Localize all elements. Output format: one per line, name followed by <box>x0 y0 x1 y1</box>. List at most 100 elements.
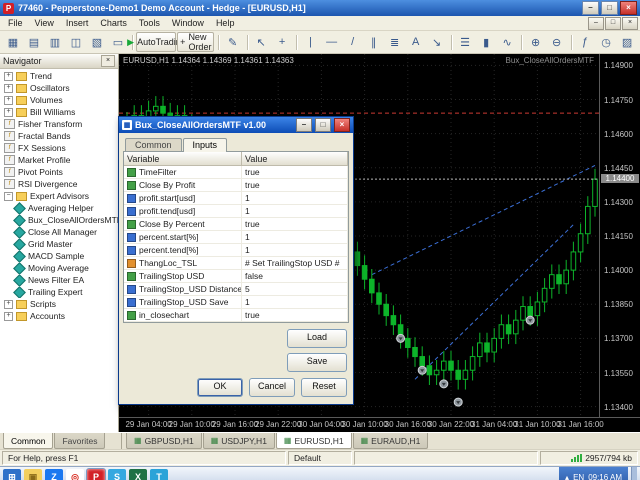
tree-expand-icon[interactable]: + <box>4 311 13 321</box>
nav-item-close-all-manager[interactable]: Close All Manager <box>0 226 118 238</box>
nav-item-expert-advisors[interactable]: − Expert Advisors <box>0 190 118 202</box>
input-row-trailingstop-usd-distance[interactable]: TrailingStop_USD Distance 5 <box>124 283 348 296</box>
tree-expand-icon[interactable]: + <box>4 71 13 81</box>
nav-item-oscillators[interactable]: + Oscillators <box>0 82 118 94</box>
nav-item-grid-master[interactable]: Grid Master <box>0 238 118 250</box>
metaeditor-button[interactable]: ✎ <box>223 32 243 52</box>
new-chart-button[interactable]: ▦ <box>3 32 23 52</box>
child-close-button[interactable]: × <box>622 16 638 30</box>
tree-expand-icon[interactable]: + <box>4 83 13 93</box>
input-row-percent-tend[interactable]: percent.tend[%] 1 <box>124 244 348 257</box>
dialog-titlebar[interactable]: ▦ Bux_CloseAllOrdersMTF v1.00 – □ × <box>119 117 353 133</box>
nav-item-averaging-helper[interactable]: Averaging Helper <box>0 202 118 214</box>
input-value-cell[interactable]: 1 <box>242 192 348 205</box>
menu-help[interactable]: Help <box>210 18 241 28</box>
input-row-profit-start-usd[interactable]: profit.start[usd] 1 <box>124 192 348 205</box>
nav-item-bill-williams[interactable]: + Bill Williams <box>0 106 118 118</box>
navigator-close-icon[interactable]: × <box>101 55 115 67</box>
menu-insert[interactable]: Insert <box>60 18 95 28</box>
nav-tab-common[interactable]: Common <box>3 433 54 449</box>
nav-item-fisher-transform[interactable]: f Fisher Transform <box>0 118 118 130</box>
input-row-in-closechart[interactable]: in_closechart true <box>124 309 348 322</box>
child-restore-button[interactable]: □ <box>605 16 621 30</box>
autotrading-button[interactable]: ▶ AutoTrading <box>127 32 186 52</box>
reset-button[interactable]: Reset <box>301 378 347 397</box>
skype-icon[interactable]: S <box>108 469 126 480</box>
indicators-button[interactable]: ƒ <box>575 32 595 52</box>
input-value-cell[interactable]: true <box>242 179 348 192</box>
nav-item-trend[interactable]: + Trend <box>0 70 118 82</box>
menu-tools[interactable]: Tools <box>133 18 166 28</box>
telegram-icon[interactable]: T <box>150 469 168 480</box>
input-value-cell[interactable]: false <box>242 270 348 283</box>
ok-button[interactable]: OK <box>197 378 243 397</box>
chart-tab-euraud-h1[interactable]: ▦ EURAUD,H1 <box>352 433 429 449</box>
chart-tab-usdjpy-h1[interactable]: ▦ USDJPY,H1 <box>202 433 275 449</box>
zoom-out-button[interactable]: ⊖ <box>547 32 567 52</box>
terminal-button[interactable]: ▭ <box>108 32 128 52</box>
nav-tab-favorites[interactable]: Favorites <box>54 433 106 449</box>
new-order-button[interactable]: + New Order <box>177 32 215 52</box>
arrows-button[interactable]: ↘ <box>427 32 447 52</box>
menu-charts[interactable]: Charts <box>94 18 133 28</box>
input-row-close-by-profit[interactable]: Close By Profit true <box>124 179 348 192</box>
chrome-icon[interactable]: ◎ <box>66 469 84 480</box>
clock[interactable]: 09:16 AM <box>588 473 622 480</box>
text-button[interactable]: A <box>406 32 426 52</box>
tray-expand-icon[interactable]: ▴ <box>565 473 569 480</box>
input-value-cell[interactable]: true <box>242 218 348 231</box>
cancel-button[interactable]: Cancel <box>249 378 295 397</box>
nav-item-moving-average[interactable]: Moving Average <box>0 262 118 274</box>
save-button[interactable]: Save <box>287 353 347 372</box>
nav-item-pivot-points[interactable]: f Pivot Points <box>0 166 118 178</box>
close-button[interactable]: × <box>620 1 637 15</box>
start-button[interactable]: ⊞ <box>3 469 21 480</box>
vertical-line-button[interactable]: | <box>301 32 321 52</box>
tree-expand-icon[interactable]: + <box>4 299 13 309</box>
chart-tab-eurusd-h1[interactable]: ▦ EURUSD,H1 <box>275 433 352 449</box>
input-value-cell[interactable]: # Set TrailingStop USD # <box>242 257 348 270</box>
nav-item-scripts[interactable]: + Scripts <box>0 298 118 310</box>
nav-item-accounts[interactable]: + Accounts <box>0 310 118 322</box>
maximize-button[interactable]: □ <box>601 1 618 15</box>
dialog-restore-button[interactable]: □ <box>315 118 331 132</box>
market-watch-button[interactable]: ▥ <box>45 32 65 52</box>
horizontal-line-button[interactable]: — <box>322 32 342 52</box>
trendline[interactable] <box>371 165 596 276</box>
templates-button[interactable]: ▨ <box>617 32 637 52</box>
tree-expand-icon[interactable]: − <box>4 191 13 201</box>
input-value-cell[interactable]: 1 <box>242 296 348 309</box>
language-indicator[interactable]: EN <box>573 473 584 480</box>
fibonacci-button[interactable]: ≣ <box>385 32 405 52</box>
menu-file[interactable]: File <box>2 18 29 28</box>
nav-item-fx-sessions[interactable]: f FX Sessions <box>0 142 118 154</box>
dialog-minimize-button[interactable]: – <box>296 118 312 132</box>
dialog-close-button[interactable]: × <box>334 118 350 132</box>
line-chart-button[interactable]: ∿ <box>497 32 517 52</box>
profiles-button[interactable]: ▤ <box>24 32 44 52</box>
tree-expand-icon[interactable]: + <box>4 107 13 117</box>
channel-button[interactable]: ∥ <box>364 32 384 52</box>
zalo-icon[interactable]: Z <box>45 469 63 480</box>
input-row-profit-tend-usd[interactable]: profit.tend[usd] 1 <box>124 205 348 218</box>
chart-tab-gbpusd-h1[interactable]: ▦ GBPUSD,H1 <box>126 433 202 449</box>
nav-item-market-profile[interactable]: f Market Profile <box>0 154 118 166</box>
tree-expand-icon[interactable]: + <box>4 95 13 105</box>
mt4-icon[interactable]: P <box>87 469 105 480</box>
crosshair-button[interactable]: + <box>272 32 292 52</box>
navigator-button[interactable]: ▧ <box>87 32 107 52</box>
load-button[interactable]: Load <box>287 329 347 348</box>
explorer-icon[interactable]: ▣ <box>24 469 42 480</box>
zoom-in-button[interactable]: ⊕ <box>526 32 546 52</box>
nav-item-macd-sample[interactable]: MACD Sample <box>0 250 118 262</box>
cursor-button[interactable]: ↖ <box>251 32 271 52</box>
nav-item-fractal-bands[interactable]: f Fractal Bands <box>0 130 118 142</box>
data-window-button[interactable]: ◫ <box>66 32 86 52</box>
menu-window[interactable]: Window <box>166 18 210 28</box>
dialog-tab-inputs[interactable]: Inputs <box>182 138 228 152</box>
time-axis[interactable]: 29 Jan 04:00 29 Jan 10:00 29 Jan 16:00 29 J… <box>119 417 640 432</box>
input-row-trailingstop-usd[interactable]: TrailingStop USD false <box>124 270 348 283</box>
nav-item-volumes[interactable]: + Volumes <box>0 94 118 106</box>
input-row-timefilter[interactable]: TimeFilter true <box>124 166 348 179</box>
nav-item-bux-closeallordersmtf[interactable]: Bux_CloseAllOrdersMTF <box>0 214 118 226</box>
